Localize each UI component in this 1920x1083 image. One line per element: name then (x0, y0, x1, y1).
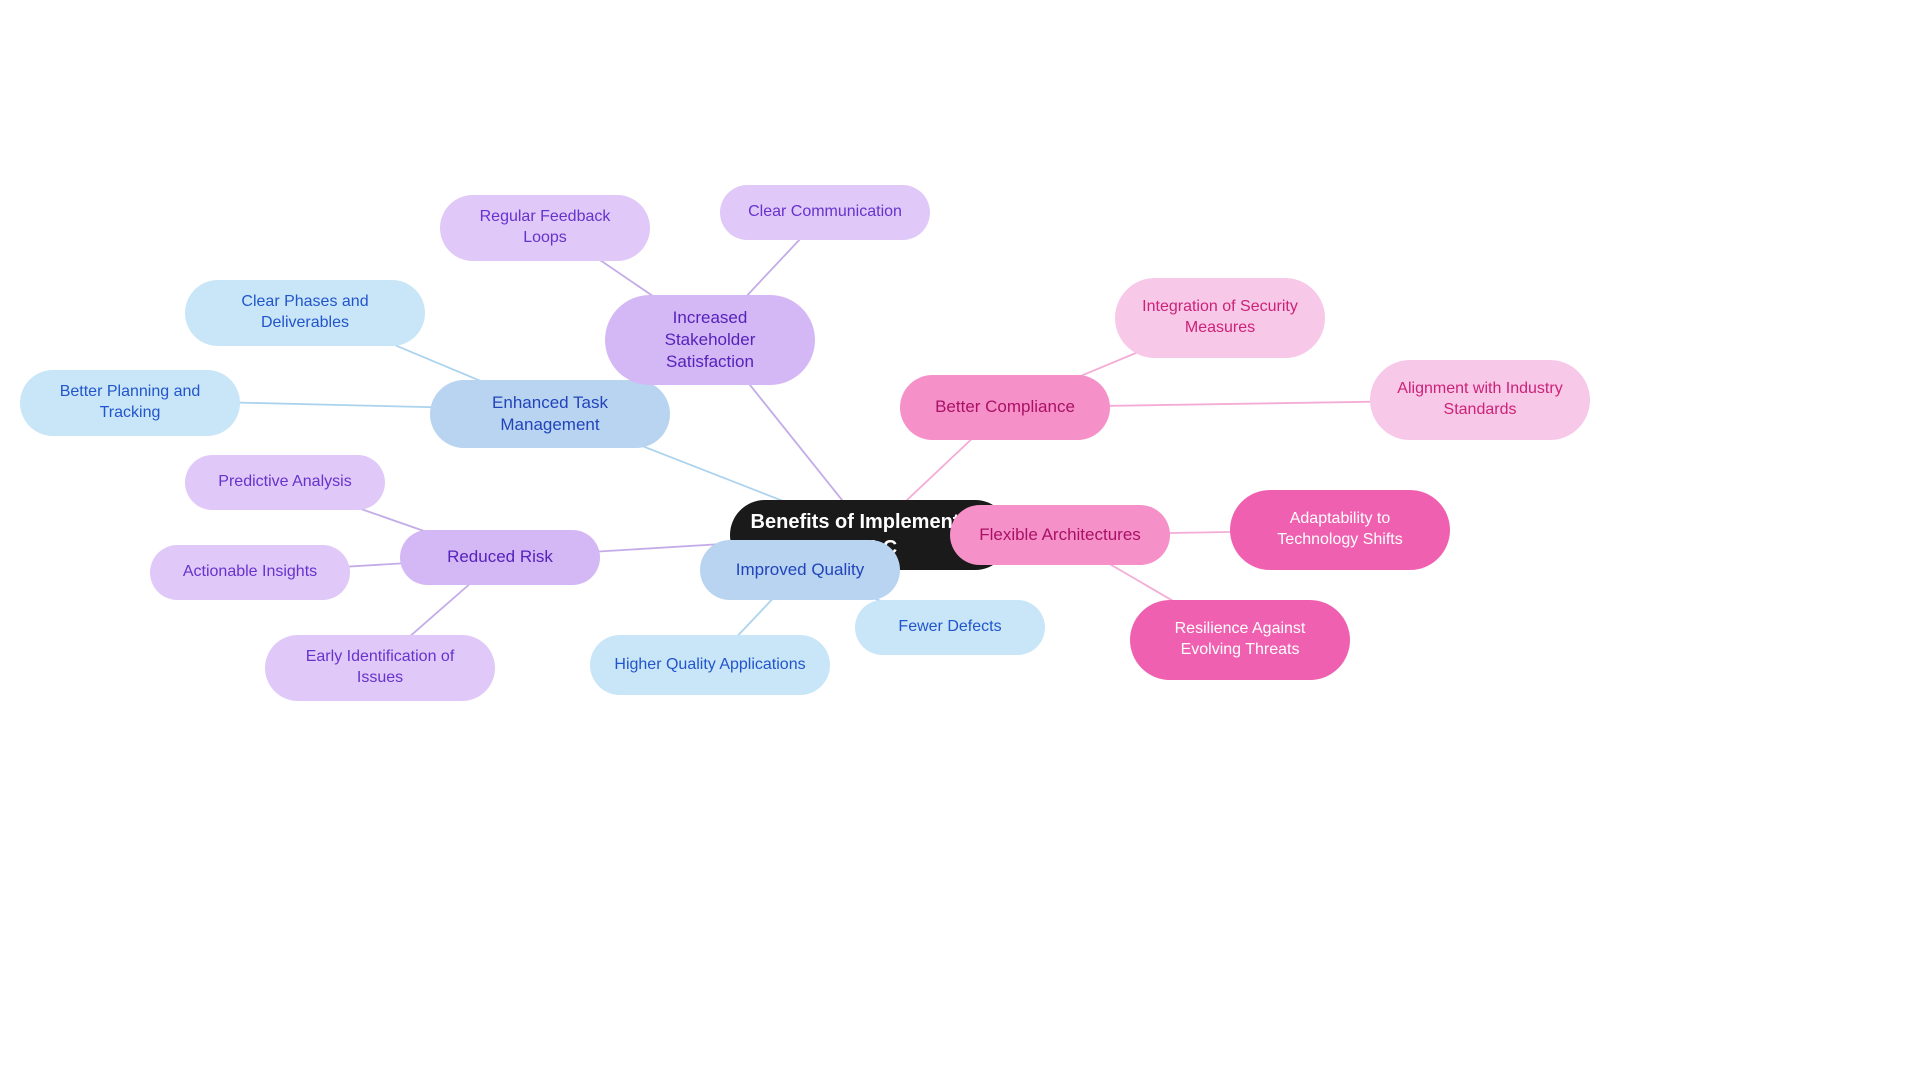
reduced-risk-node: Reduced Risk (400, 530, 600, 585)
regular-feedback-node: Regular Feedback Loops (440, 195, 650, 261)
clear-phases-node: Clear Phases and Deliverables (185, 280, 425, 346)
clear-comm-node: Clear Communication (720, 185, 930, 240)
fewer-defects-node: Fewer Defects (855, 600, 1045, 655)
alignment-industry-node: Alignment with Industry Standards (1370, 360, 1590, 440)
adaptability-node: Adaptability to Technology Shifts (1230, 490, 1450, 570)
better-planning-node: Better Planning and Tracking (20, 370, 240, 436)
flexible-arch-node: Flexible Architectures (950, 505, 1170, 565)
resilience-node: Resilience Against Evolving Threats (1130, 600, 1350, 680)
predictive-node: Predictive Analysis (185, 455, 385, 510)
mind-map: Benefits of Implementing SDLCEnhanced Ta… (0, 0, 1920, 1083)
increased-satisfaction-node: Increased Stakeholder Satisfaction (605, 295, 815, 385)
enhanced-task-node: Enhanced Task Management (430, 380, 670, 448)
higher-quality-node: Higher Quality Applications (590, 635, 830, 695)
improved-quality-node: Improved Quality (700, 540, 900, 600)
actionable-node: Actionable Insights (150, 545, 350, 600)
better-compliance-node: Better Compliance (900, 375, 1110, 440)
integration-security-node: Integration of Security Measures (1115, 278, 1325, 358)
early-id-node: Early Identification of Issues (265, 635, 495, 701)
